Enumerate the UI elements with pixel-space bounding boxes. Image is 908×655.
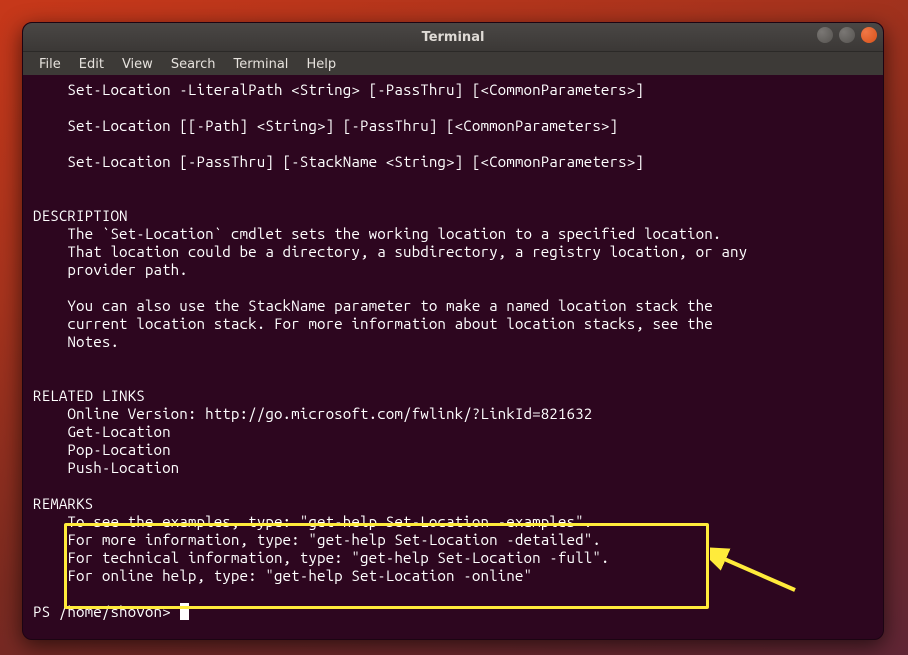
terminal-text: Set-Location -LiteralPath <String> [-Pas…	[33, 81, 747, 584]
terminal-window: Terminal File Edit View Search Terminal …	[22, 22, 884, 640]
menu-file[interactable]: File	[31, 55, 69, 74]
menu-help[interactable]: Help	[298, 55, 344, 74]
minimize-button[interactable]	[817, 27, 833, 43]
menu-edit[interactable]: Edit	[71, 55, 112, 74]
window-controls	[817, 27, 877, 43]
prompt: PS /home/shovon>	[33, 603, 179, 620]
terminal-output[interactable]: Set-Location -LiteralPath <String> [-Pas…	[23, 75, 883, 639]
menu-bar: File Edit View Search Terminal Help	[23, 52, 883, 77]
menu-terminal[interactable]: Terminal	[225, 55, 296, 74]
close-button[interactable]	[861, 27, 877, 43]
title-bar[interactable]: Terminal	[23, 23, 883, 52]
cursor	[180, 603, 189, 620]
maximize-button[interactable]	[839, 27, 855, 43]
menu-search[interactable]: Search	[163, 55, 224, 74]
window-title: Terminal	[23, 30, 883, 45]
menu-view[interactable]: View	[114, 55, 161, 74]
